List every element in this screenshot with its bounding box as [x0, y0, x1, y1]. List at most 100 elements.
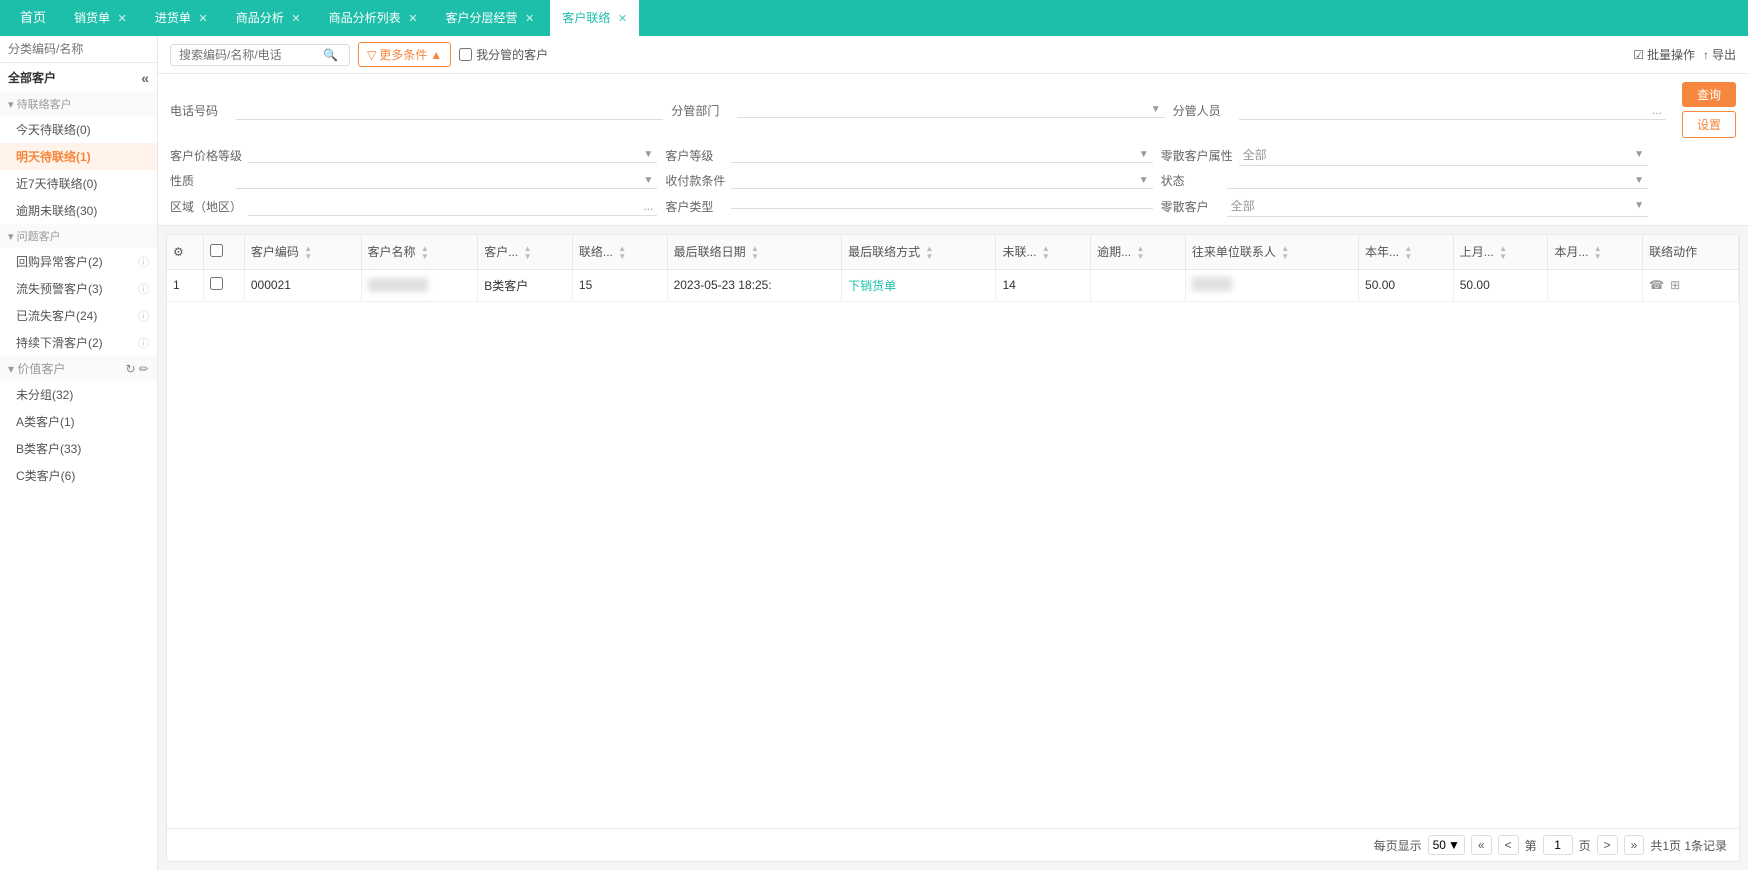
export-btn[interactable]: ↑ 导出: [1703, 46, 1736, 63]
checkbox-icon: ☑: [1633, 48, 1644, 62]
col-contact-person: 往来单位联系人 ▲▼: [1185, 235, 1358, 269]
col-contact: 联络... ▲▼: [572, 235, 667, 269]
last-method-sort[interactable]: ▲▼: [925, 245, 933, 261]
per-page-select[interactable]: 50 ▼: [1428, 835, 1465, 855]
person-more-btn[interactable]: ...: [1652, 103, 1662, 117]
next-page-btn[interactable]: >: [1597, 835, 1618, 855]
nav-customer-seg-close[interactable]: ✕: [525, 13, 534, 25]
sidebar-item-7days[interactable]: 近7天待联络(0): [0, 170, 157, 197]
set-btn[interactable]: 设置: [1682, 111, 1736, 138]
nav-product-analysis-close[interactable]: ✕: [291, 13, 300, 25]
page-number-input[interactable]: [1543, 835, 1573, 855]
sidebar-item-overdue[interactable]: 逾期未联络(30): [0, 197, 157, 224]
main-container: 🔍 全部客户 « ▾ 待联络客户 今天待联络(0) 明天待联络(1) 近7天待联…: [0, 36, 1748, 870]
table-wrapper[interactable]: ⚙ 客户编码 ▲▼ 客户名称 ▲▼ 客户...: [167, 235, 1739, 828]
action-grid-icon[interactable]: ⊞: [1670, 278, 1680, 292]
sidebar-item-abnormal-repurchase[interactable]: 回购异常客户(2) ⓘ: [0, 248, 157, 275]
row-last-method[interactable]: 下销货单: [842, 269, 996, 301]
contact-sort[interactable]: ▲▼: [618, 245, 626, 261]
dept-select[interactable]: ▼: [737, 102, 1164, 118]
nav-customer-contact-close[interactable]: ✕: [618, 13, 627, 25]
payment-label: 收付款条件: [665, 172, 725, 189]
prev-page-btn[interactable]: <: [1498, 835, 1519, 855]
sidebar-search-box[interactable]: 🔍: [0, 36, 157, 63]
page-unit: 页: [1579, 837, 1591, 854]
region-more-btn[interactable]: ...: [643, 199, 653, 213]
nature-select[interactable]: ▼: [236, 173, 657, 189]
col-checkbox: [204, 235, 245, 269]
pagination: 每页显示 50 ▼ « < 第 页 > » 共1页 1条记录: [167, 828, 1739, 861]
row-index: 1: [167, 269, 204, 301]
nav-sales-order[interactable]: 销货单 ✕: [62, 0, 139, 36]
search-icon[interactable]: 🔍: [323, 48, 338, 62]
overdue-sort[interactable]: ▲▼: [1137, 245, 1145, 261]
filter-payment: 收付款条件 ▼: [665, 172, 1152, 189]
customer-type-select[interactable]: [731, 204, 1152, 209]
nav-home[interactable]: 首页: [8, 0, 58, 36]
person-select[interactable]: ...: [1239, 101, 1666, 120]
my-customers-checkbox[interactable]: [459, 48, 472, 61]
this-month-sort[interactable]: ▲▼: [1594, 245, 1602, 261]
retail-customer-select[interactable]: 全部 ▼: [1227, 195, 1648, 217]
this-year-sort[interactable]: ▲▼: [1404, 245, 1412, 261]
action-phone-icon[interactable]: ☎: [1649, 278, 1664, 292]
nav-customer-segmentation[interactable]: 客户分层经营 ✕: [433, 0, 546, 36]
sidebar-item-class-a[interactable]: A类客户(1): [0, 408, 157, 435]
region-select[interactable]: ...: [248, 197, 657, 216]
col-last-month: 上月... ▲▼: [1453, 235, 1548, 269]
nav-sales-order-close[interactable]: ✕: [118, 13, 127, 25]
nav-customer-contact[interactable]: 客户联络 ✕: [550, 0, 639, 36]
filter-person: 分管人员 ...: [1173, 101, 1666, 120]
row-select-checkbox[interactable]: [210, 277, 223, 290]
row-uncontacted: 14: [996, 269, 1091, 301]
sidebar-item-today[interactable]: 今天待联络(0): [0, 116, 157, 143]
payment-select[interactable]: ▼: [731, 173, 1152, 189]
last-month-sort[interactable]: ▲▼: [1499, 245, 1507, 261]
more-filter-btn[interactable]: ▽ 更多条件 ▲: [358, 42, 451, 67]
nav-purchase-order[interactable]: 进货单 ✕: [143, 0, 220, 36]
nav-product-analysis[interactable]: 商品分析 ✕: [224, 0, 313, 36]
select-all-checkbox[interactable]: [210, 244, 223, 257]
group-title-pending: ▾ 待联络客户: [0, 92, 157, 116]
price-level-select[interactable]: ▼: [248, 147, 657, 163]
row-action: ☎ ⊞: [1643, 269, 1739, 301]
retail-attr-label: 零散客户属性: [1161, 147, 1233, 164]
sidebar-search-input[interactable]: [8, 42, 158, 56]
sidebar-item-churned[interactable]: 已流失客户(24) ⓘ: [0, 302, 157, 329]
retail-attr-select[interactable]: 全部 ▼: [1239, 144, 1648, 166]
last-date-sort[interactable]: ▲▼: [751, 245, 759, 261]
sidebar-item-churn-warning[interactable]: 流失预警客户(3) ⓘ: [0, 275, 157, 302]
last-page-btn[interactable]: »: [1624, 835, 1645, 855]
sidebar-item-class-c[interactable]: C类客户(6): [0, 462, 157, 489]
customer-level-select[interactable]: ▼: [731, 147, 1152, 163]
sidebar-item-unclassified[interactable]: 未分组(32): [0, 381, 157, 408]
search-input[interactable]: [179, 48, 319, 62]
sidebar-item-class-b[interactable]: B类客户(33): [0, 435, 157, 462]
type-sort[interactable]: ▲▼: [524, 245, 532, 261]
name-sort[interactable]: ▲▼: [421, 245, 429, 261]
sidebar-item-tomorrow[interactable]: 明天待联络(1): [0, 143, 157, 170]
my-customers-checkbox-label[interactable]: 我分管的客户: [459, 46, 548, 63]
first-page-btn[interactable]: «: [1471, 835, 1492, 855]
search-box[interactable]: 🔍: [170, 44, 350, 66]
row-contact: 15: [572, 269, 667, 301]
phone-input[interactable]: [236, 101, 663, 120]
col-last-method: 最后联络方式 ▲▼: [842, 235, 996, 269]
customer-table: ⚙ 客户编码 ▲▼ 客户名称 ▲▼ 客户...: [167, 235, 1739, 302]
query-btn[interactable]: 查询: [1682, 82, 1736, 107]
col-settings[interactable]: ⚙: [167, 235, 204, 269]
bulk-action-btn[interactable]: ☑ 批量操作: [1633, 46, 1695, 63]
dept-label: 分管部门: [671, 102, 731, 119]
uncontacted-sort[interactable]: ▲▼: [1042, 245, 1050, 261]
nav-purchase-order-close[interactable]: ✕: [199, 13, 208, 25]
row-type: B类客户: [478, 269, 573, 301]
filter-panel: 电话号码 分管部门 ▼ 分管人员 ...: [158, 74, 1748, 226]
sidebar-item-declining[interactable]: 持续下滑客户(2) ⓘ: [0, 329, 157, 356]
code-sort[interactable]: ▲▼: [304, 245, 312, 261]
contact-person-sort[interactable]: ▲▼: [1281, 245, 1289, 261]
all-customers-header[interactable]: 全部客户 «: [0, 63, 157, 92]
nav-product-analysis-list[interactable]: 商品分析列表 ✕: [317, 0, 430, 36]
last-method-link[interactable]: 下销货单: [848, 279, 896, 293]
status-select[interactable]: ▼: [1227, 173, 1648, 189]
nav-product-analysis-list-close[interactable]: ✕: [408, 13, 417, 25]
